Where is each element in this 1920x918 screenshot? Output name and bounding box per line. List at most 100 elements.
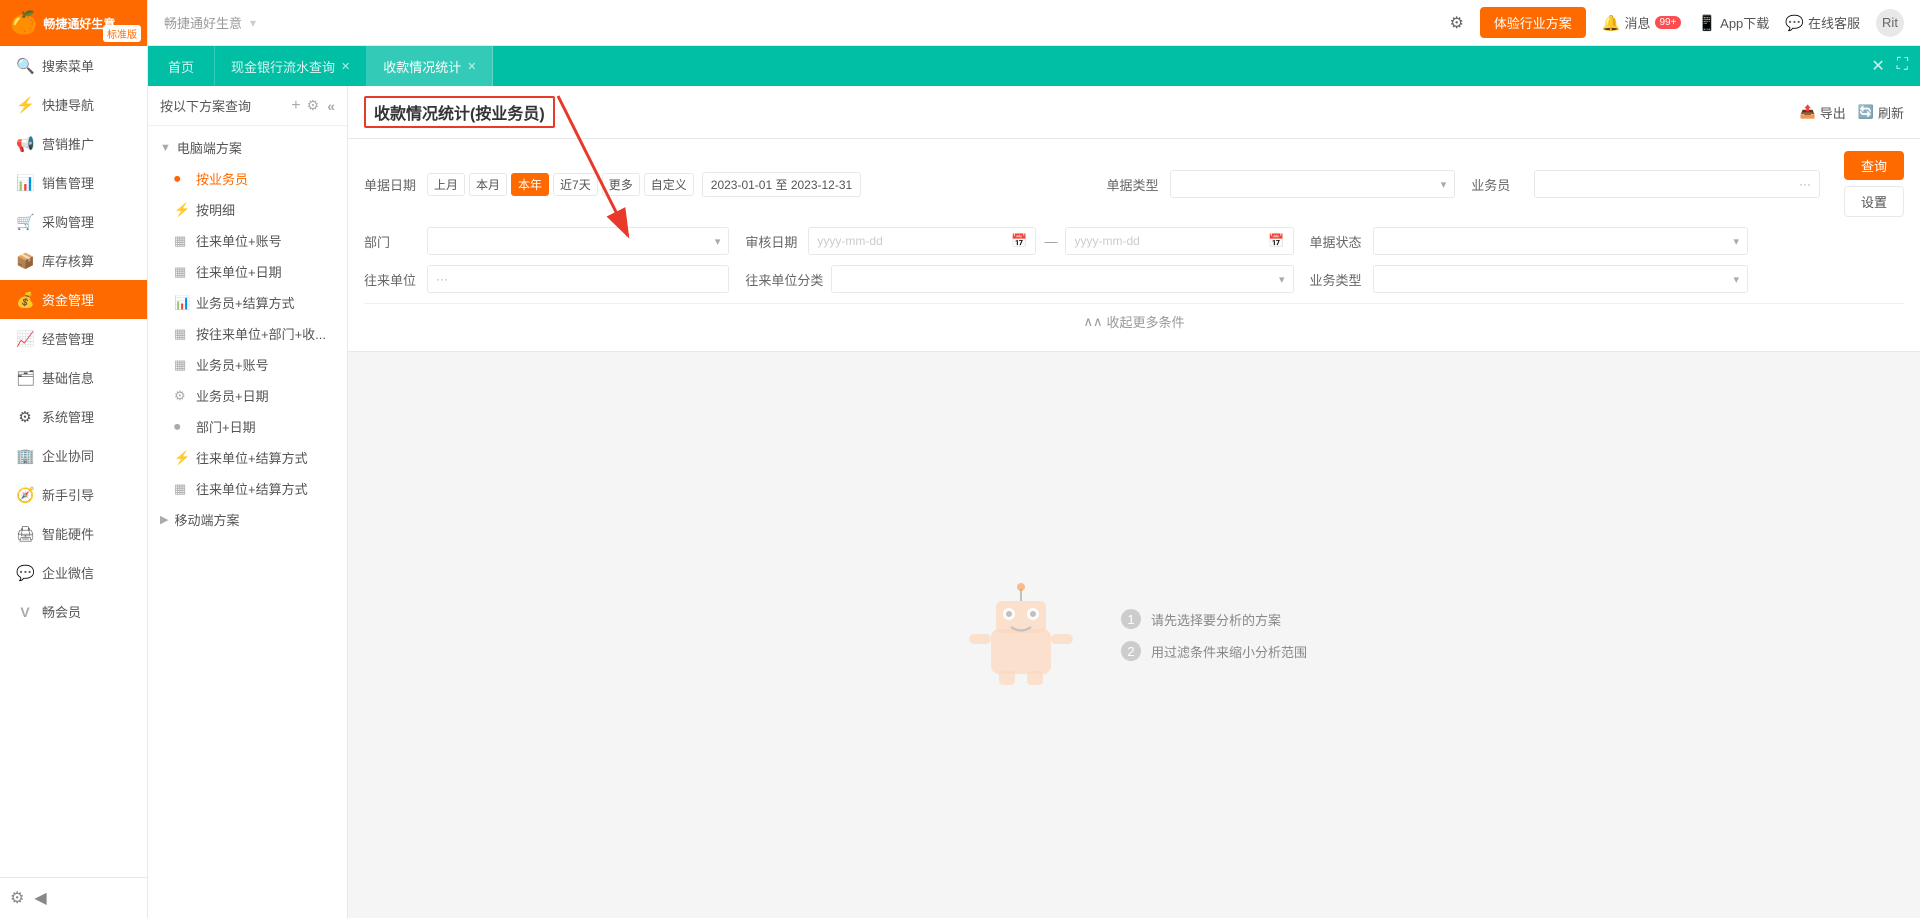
app-download-item[interactable]: 📱 App下载: [1697, 13, 1769, 32]
salesman-more-icon[interactable]: ···: [1799, 177, 1811, 191]
sidebar-item-wechat[interactable]: 💬 企业微信: [0, 553, 147, 592]
side-panel-collapse-icon[interactable]: «: [327, 98, 335, 114]
tree-item-salesman-account[interactable]: ▦ 业务员+账号: [148, 349, 347, 380]
tree-group-desktop[interactable]: ▼ 电脑端方案: [148, 132, 347, 163]
sidebar-item-quick-nav[interactable]: ⚡ 快捷导航: [0, 85, 147, 124]
tab-receipts-stat[interactable]: 收款情况统计 ✕: [367, 46, 493, 86]
tab-receipts-close[interactable]: ✕: [467, 60, 476, 73]
cart-icon: 🛒: [16, 213, 34, 231]
doc-status-field: 单据状态 ▾: [1310, 227, 1748, 255]
maximize-window-icon[interactable]: ⛶: [1897, 56, 1908, 76]
online-service-item[interactable]: 💬 在线客服: [1785, 13, 1860, 32]
footer-settings-icon[interactable]: ⚙: [10, 888, 24, 908]
settings-button[interactable]: 设置: [1844, 186, 1904, 217]
tree-item-partner-account[interactable]: ▦ 往来单位+账号: [148, 225, 347, 256]
doc-type-field: 单据类型 ▾: [1107, 170, 1456, 198]
avatar[interactable]: Rit: [1876, 9, 1904, 37]
sidebar-item-enterprise[interactable]: 🏢 企业协同: [0, 436, 147, 475]
side-panel-settings-icon[interactable]: ⚙: [307, 97, 320, 115]
page-title-actions: 📤 导出 🔄 刷新: [1800, 103, 1904, 122]
more-btn[interactable]: 更多: [602, 173, 640, 196]
dept-label: 部门: [364, 232, 419, 251]
tree-arrow-down-icon: ▼: [160, 142, 171, 154]
biz-type-select[interactable]: ▾: [1373, 265, 1748, 293]
last-7-btn[interactable]: 近7天: [553, 173, 598, 196]
tree-item-by-salesman[interactable]: ⏺ 按业务员: [148, 163, 347, 194]
sidebar-item-basic-info[interactable]: 🗂 基础信息: [0, 358, 147, 397]
sidebar-label: 营销推广: [42, 134, 94, 153]
window-controls: ✕ ⛶: [1859, 56, 1920, 76]
tree-item-label: 业务员+结算方式: [196, 293, 295, 312]
review-date-from[interactable]: yyyy-mm-dd 📅: [808, 227, 1036, 255]
tree-item-label: 往来单位+结算方式: [196, 448, 308, 467]
main-area: 畅捷通好生意 ▾ ⚙ 体验行业方案 🔔 消息 99+ 📱 App下载 💬 在线客…: [148, 0, 1920, 918]
sidebar-item-member[interactable]: V 畅会员: [0, 592, 147, 631]
right-content: 收款情况统计(按业务员) 📤 导出 🔄 刷新: [348, 86, 1920, 918]
sidebar-item-operation[interactable]: 📈 经营管理: [0, 319, 147, 358]
salesman-field: 业务员 ···: [1471, 170, 1820, 198]
tree-item-circle-icon: ⏺: [174, 171, 190, 187]
tree-item-dept-date[interactable]: ⏺ 部门+日期: [148, 411, 347, 442]
empty-guide: 1 请先选择要分析的方案 2 用过滤条件来缩小分析范围: [1121, 609, 1307, 661]
sidebar-item-system[interactable]: ⚙ 系统管理: [0, 397, 147, 436]
last-month-btn[interactable]: 上月: [427, 173, 465, 196]
notification-item[interactable]: 🔔 消息 99+: [1602, 13, 1682, 32]
tab-home[interactable]: 首页: [148, 46, 215, 86]
doc-status-select[interactable]: ▾: [1373, 227, 1748, 255]
tree-item-partner-dept[interactable]: ▦ 按往来单位+部门+收...: [148, 318, 347, 349]
sidebar-item-purchase[interactable]: 🛒 采购管理: [0, 202, 147, 241]
tree-group-mobile[interactable]: ▶ 移动端方案: [148, 504, 347, 535]
this-year-btn[interactable]: 本年: [511, 173, 549, 196]
sidebar-label: 搜索菜单: [42, 56, 94, 75]
avatar-initials: Rit: [1882, 15, 1898, 30]
partner-category-select[interactable]: ▾: [831, 265, 1293, 293]
enterprise-icon: 🏢: [16, 447, 34, 465]
tab-home-label: 首页: [168, 57, 194, 76]
header-settings-icon[interactable]: ⚙: [1449, 13, 1463, 33]
tree-item-partner-date[interactable]: ▦ 往来单位+日期: [148, 256, 347, 287]
tree-item-grid3-icon: ▦: [174, 326, 190, 342]
sidebar-item-search-menu[interactable]: 🔍 搜索菜单: [0, 46, 147, 85]
side-panel-add-icon[interactable]: +: [291, 97, 300, 115]
tree-item-salesman-date[interactable]: ⚙ 业务员+日期: [148, 380, 347, 411]
partner-category-field: 往来单位分类 ▾: [745, 265, 1293, 293]
footer-collapse-icon[interactable]: ◀: [34, 888, 46, 908]
tab-bank-flow-close[interactable]: ✕: [341, 60, 350, 73]
header-actions: ⚙ 体验行业方案 🔔 消息 99+ 📱 App下载 💬 在线客服 Rit: [1449, 7, 1904, 38]
side-panel-header: 按以下方案查询 + ⚙ «: [148, 86, 347, 126]
dept-chevron-icon: ▾: [715, 235, 721, 248]
tab-bank-flow[interactable]: 现金银行流水查询 ✕: [215, 46, 367, 86]
tree-item-partner-settle1[interactable]: ⚡ 往来单位+结算方式: [148, 442, 347, 473]
tree-item-grid-icon: ▦: [174, 233, 190, 249]
refresh-button[interactable]: 🔄 刷新: [1858, 103, 1904, 122]
partner-input[interactable]: ···: [427, 265, 729, 293]
sidebar-nav: 🔍 搜索菜单 ⚡ 快捷导航 📢 营销推广 📊 销售管理 🛒 采购管理 📦 库存核…: [0, 46, 147, 877]
query-button[interactable]: 查询: [1844, 151, 1904, 180]
date-range-display: 2023-01-01 至 2023-12-31: [702, 172, 861, 197]
tree-item-label: 往来单位+日期: [196, 262, 282, 281]
filter-row-2: 部门 ▾ 审核日期 yyyy-mm-dd 📅 —: [364, 227, 1904, 255]
tree-item-partner-settle2[interactable]: ▦ 往来单位+结算方式: [148, 473, 347, 504]
review-date-to[interactable]: yyyy-mm-dd 📅: [1065, 227, 1293, 255]
info-icon: 🗂: [16, 369, 34, 387]
sidebar-item-sales[interactable]: 📊 销售管理: [0, 163, 147, 202]
this-month-btn[interactable]: 本月: [469, 173, 507, 196]
collapse-bar[interactable]: ∧∧ 收起更多条件: [364, 303, 1904, 339]
tree-item-salesman-settlement[interactable]: 📊 业务员+结算方式: [148, 287, 347, 318]
sidebar-item-finance[interactable]: 💰 资金管理: [0, 280, 147, 319]
close-window-icon[interactable]: ✕: [1871, 56, 1884, 76]
custom-btn[interactable]: 自定义: [644, 173, 694, 196]
dept-select[interactable]: ▾: [427, 227, 729, 255]
tree-item-by-detail[interactable]: ⚡ 按明细: [148, 194, 347, 225]
salesman-select[interactable]: ···: [1534, 170, 1820, 198]
sidebar-item-inventory[interactable]: 📦 库存核算: [0, 241, 147, 280]
sidebar-footer: ⚙ ◀: [0, 877, 147, 918]
sidebar-label: 畅会员: [42, 602, 81, 621]
export-button[interactable]: 📤 导出: [1800, 103, 1846, 122]
sidebar-item-hardware[interactable]: 🖨 智能硬件: [0, 514, 147, 553]
doc-type-select[interactable]: ▾: [1170, 170, 1456, 198]
sidebar-item-guide[interactable]: 🧭 新手引导: [0, 475, 147, 514]
sidebar-item-marketing[interactable]: 📢 营销推广: [0, 124, 147, 163]
solution-button[interactable]: 体验行业方案: [1480, 7, 1586, 38]
guide-num-1: 1: [1121, 609, 1141, 629]
